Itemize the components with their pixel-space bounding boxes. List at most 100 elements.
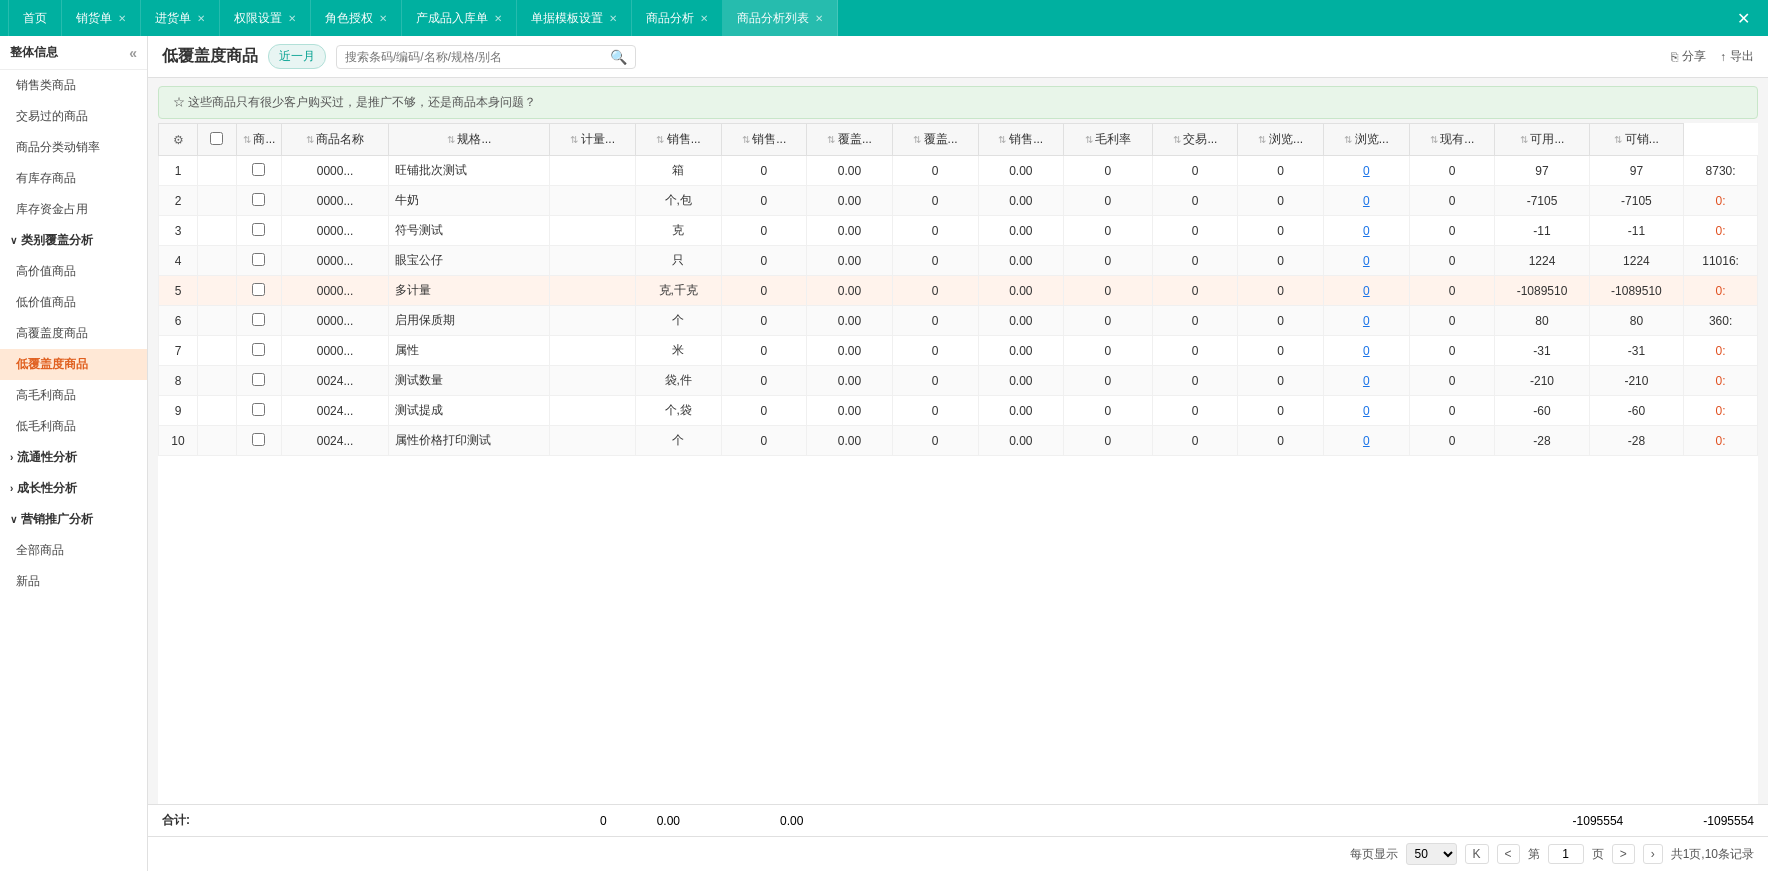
sidebar-item-category-rate[interactable]: 商品分类动销率 [0,132,147,163]
stock2-column-header[interactable]: 可用... [1495,124,1589,156]
page-input[interactable] [1548,844,1584,864]
row-checkbox-cell[interactable] [236,366,282,396]
cover1-column-header[interactable]: 覆盖... [807,124,893,156]
sale-amt-column-header[interactable]: 销售... [721,124,807,156]
row-checkbox-cell[interactable] [236,156,282,186]
row-checkbox[interactable] [252,223,265,236]
sidebar-item-capital[interactable]: 库存资金占用 [0,194,147,225]
unit-column-header[interactable]: 计量... [550,124,636,156]
close-icon[interactable]: ✕ [609,13,617,24]
trade-column-header[interactable]: 交易... [1152,124,1238,156]
nav-tab-purchase[interactable]: 进货单 ✕ [141,0,220,36]
sidebar-item-new-goods[interactable]: 新品 [0,566,147,597]
close-icon[interactable]: ✕ [700,13,708,24]
sale-qty-column-header[interactable]: 销售... [635,124,721,156]
nav-tab-role[interactable]: 角色授权 ✕ [311,0,402,36]
row-checkbox-cell[interactable] [236,186,282,216]
sidebar-group-category-coverage[interactable]: ∨ 类别覆盖分析 [0,225,147,256]
date-filter-button[interactable]: 近一月 [268,44,326,69]
row-checkbox[interactable] [252,343,265,356]
checkbox-column-header[interactable] [198,124,237,156]
close-icon[interactable]: ✕ [118,13,126,24]
sidebar-item-high-coverage[interactable]: 高覆盖度商品 [0,318,147,349]
row-checkbox-cell[interactable] [236,276,282,306]
nav-tab-sales[interactable]: 销货单 ✕ [62,0,141,36]
sidebar-group-marketing[interactable]: ∨ 营销推广分析 [0,504,147,535]
row-view1[interactable]: 0 [1324,276,1410,306]
row-settings[interactable] [198,336,237,366]
row-checkbox[interactable] [252,313,265,326]
row-settings[interactable] [198,366,237,396]
row-settings[interactable] [198,186,237,216]
row-settings[interactable] [198,216,237,246]
row-settings[interactable] [198,426,237,456]
last-page-button[interactable]: › [1643,844,1663,864]
sidebar-item-all-goods[interactable]: 全部商品 [0,535,147,566]
next-page-button[interactable]: > [1612,844,1635,864]
row-view1[interactable]: 0 [1324,336,1410,366]
share-button[interactable]: ⎘ 分享 [1671,48,1706,65]
stock1-column-header[interactable]: 现有... [1409,124,1495,156]
close-icon[interactable]: ✕ [494,13,502,24]
nav-tab-product-in[interactable]: 产成品入库单 ✕ [402,0,517,36]
row-view1[interactable]: 0 [1324,306,1410,336]
stock3-column-header[interactable]: 可销... [1589,124,1683,156]
row-view1[interactable]: 0 [1324,426,1410,456]
close-icon[interactable]: ✕ [815,13,823,24]
sidebar-item-in-stock[interactable]: 有库存商品 [0,163,147,194]
close-icon[interactable]: ✕ [197,13,205,24]
close-icon[interactable]: ✕ [288,13,296,24]
spec-column-header[interactable]: 规格... [388,124,550,156]
prev-page-button[interactable]: < [1497,844,1520,864]
code-column-header[interactable]: 商... [236,124,282,156]
view2-column-header[interactable]: 浏览... [1324,124,1410,156]
nav-tab-template[interactable]: 单据模板设置 ✕ [517,0,632,36]
select-all-checkbox[interactable] [210,132,223,145]
row-view1[interactable]: 0 [1324,216,1410,246]
settings-column-header[interactable]: ⚙ [159,124,198,156]
row-checkbox[interactable] [252,163,265,176]
sidebar-item-high-margin[interactable]: 高毛利商品 [0,380,147,411]
row-checkbox[interactable] [252,403,265,416]
row-checkbox[interactable] [252,373,265,386]
sale3-column-header[interactable]: 销售... [978,124,1064,156]
row-checkbox-cell[interactable] [236,336,282,366]
cover2-column-header[interactable]: 覆盖... [892,124,978,156]
sidebar-item-low-value[interactable]: 低价值商品 [0,287,147,318]
row-settings[interactable] [198,276,237,306]
row-checkbox-cell[interactable] [236,216,282,246]
row-checkbox-cell[interactable] [236,306,282,336]
row-settings[interactable] [198,156,237,186]
sidebar-collapse-button[interactable]: « [129,45,137,61]
sidebar-item-sales-goods[interactable]: 销售类商品 [0,70,147,101]
row-settings[interactable] [198,396,237,426]
row-checkbox-cell[interactable] [236,396,282,426]
nav-tab-analysis-list[interactable]: 商品分析列表 ✕ [723,0,838,36]
row-view1[interactable]: 0 [1324,156,1410,186]
sidebar-item-high-value[interactable]: 高价值商品 [0,256,147,287]
row-settings[interactable] [198,306,237,336]
row-checkbox[interactable] [252,253,265,266]
per-page-select[interactable]: 50 10 20 100 [1406,843,1457,865]
row-view1[interactable]: 0 [1324,186,1410,216]
name-column-header[interactable]: 商品名称 [282,124,388,156]
nav-tab-permission[interactable]: 权限设置 ✕ [220,0,311,36]
close-icon[interactable]: ✕ [379,13,387,24]
sidebar-group-growth[interactable]: › 成长性分析 [0,473,147,504]
nav-tab-analysis[interactable]: 商品分析 ✕ [632,0,723,36]
sidebar-item-low-margin[interactable]: 低毛利商品 [0,411,147,442]
row-view1[interactable]: 0 [1324,246,1410,276]
row-checkbox[interactable] [252,193,265,206]
row-checkbox[interactable] [252,433,265,446]
export-button[interactable]: ↑ 导出 [1720,48,1754,65]
first-page-button[interactable]: K [1465,844,1489,864]
gross-column-header[interactable]: 毛利率 [1064,124,1153,156]
row-view1[interactable]: 0 [1324,396,1410,426]
row-view1[interactable]: 0 [1324,366,1410,396]
row-checkbox-cell[interactable] [236,246,282,276]
row-settings[interactable] [198,246,237,276]
sidebar-group-liquidity[interactable]: › 流通性分析 [0,442,147,473]
row-checkbox[interactable] [252,283,265,296]
nav-tab-home[interactable]: 首页 [8,0,62,36]
sidebar-item-low-coverage[interactable]: 低覆盖度商品 [0,349,147,380]
